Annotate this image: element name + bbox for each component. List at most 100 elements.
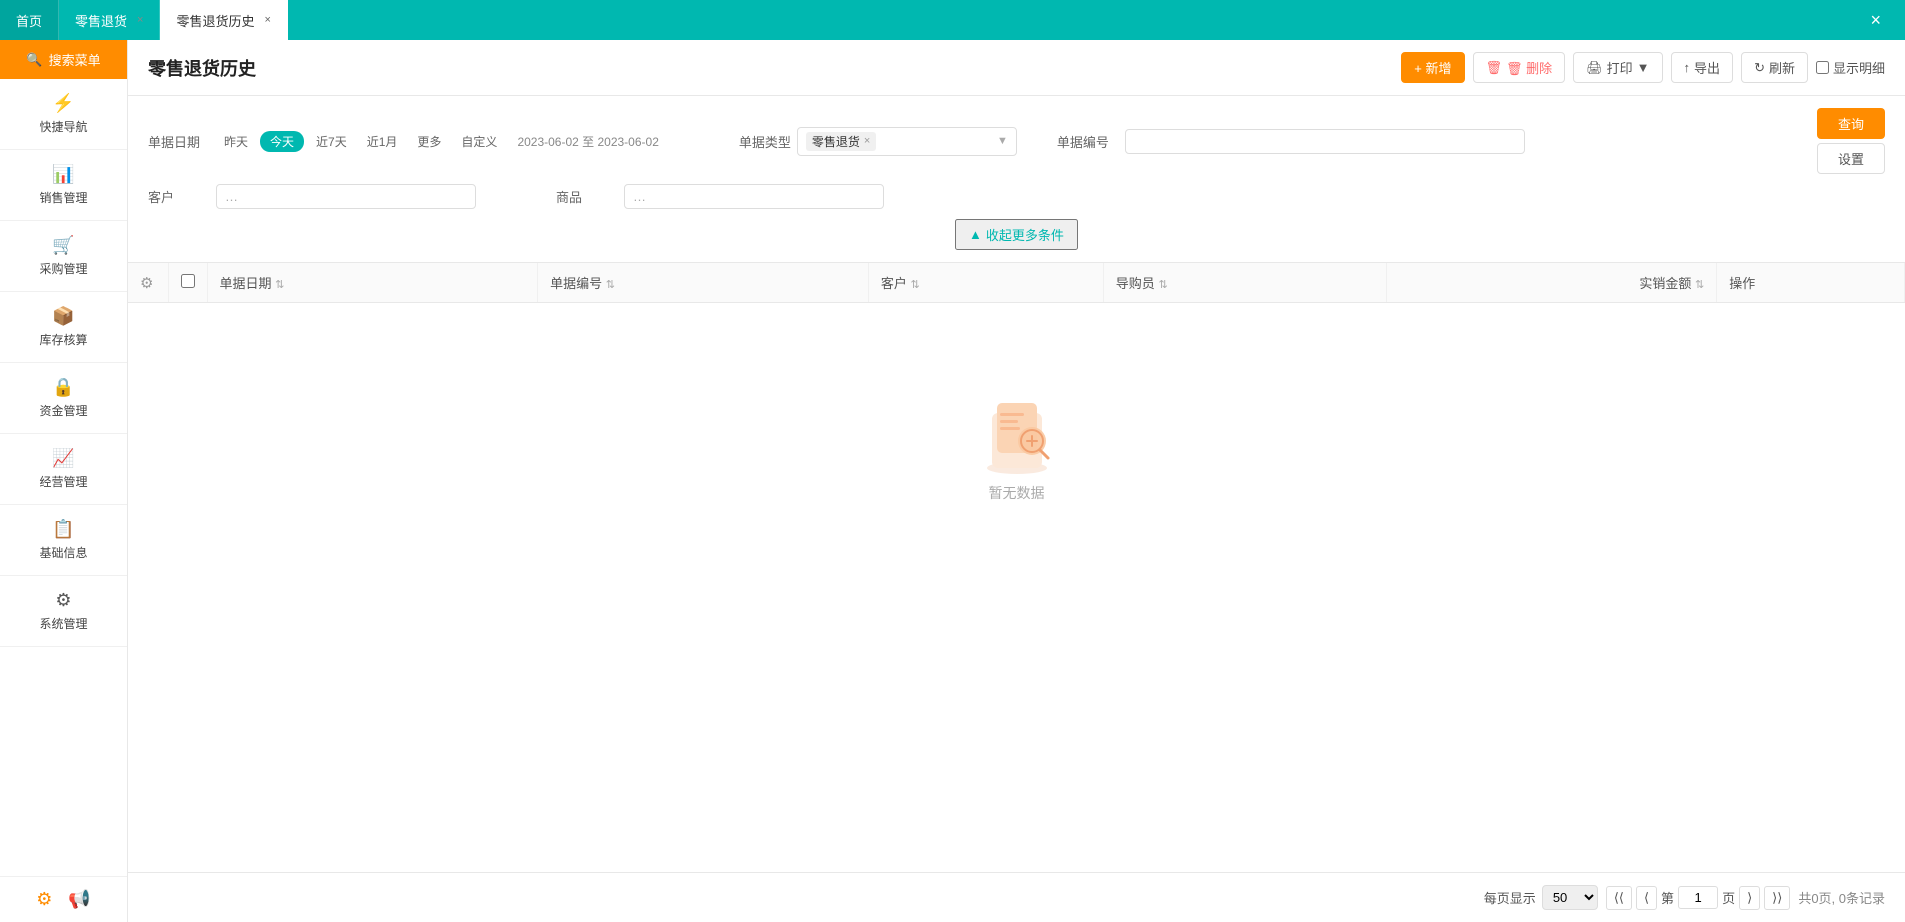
page-last-button[interactable]: ⟩⟩ bbox=[1764, 886, 1790, 910]
th-doc-date-label: 单据日期 bbox=[220, 276, 272, 291]
doc-no-filter: 单据编号 bbox=[1057, 129, 1777, 154]
per-page-label: 每页显示 bbox=[1484, 888, 1536, 907]
quick-nav-icon: ⚡ bbox=[52, 93, 74, 114]
date-btn-more[interactable]: 更多 bbox=[409, 131, 449, 152]
tab-retail-return-history[interactable]: 零售退货历史 × bbox=[160, 0, 287, 40]
doc-type-tag-text: 零售退货 bbox=[812, 133, 860, 150]
page-size-select[interactable]: 50 10 20 100 bbox=[1542, 885, 1598, 910]
add-button[interactable]: + 新增 bbox=[1401, 52, 1464, 83]
sidebar-item-label: 采购管理 bbox=[39, 260, 87, 277]
table-settings-icon[interactable]: ⚙ bbox=[140, 275, 153, 292]
inventory-icon: 📦 bbox=[52, 306, 74, 327]
page-title: 零售退货历史 bbox=[148, 55, 256, 81]
date-btn-7days[interactable]: 近7天 bbox=[308, 131, 355, 152]
pagination-size: 每页显示 50 10 20 100 bbox=[1484, 885, 1598, 910]
customer-input[interactable]: … bbox=[216, 184, 476, 209]
collapse-label: 收起更多条件 bbox=[986, 225, 1064, 244]
th-operation-label: 操作 bbox=[1729, 276, 1755, 291]
refresh-button[interactable]: ↻ 刷新 bbox=[1741, 52, 1808, 83]
doc-type-select[interactable]: 零售退货 × ▼ bbox=[797, 127, 1017, 156]
sidebar-item-inventory[interactable]: 📦 库存核算 bbox=[0, 292, 127, 363]
sidebar-bottom: ⚙ 📢 bbox=[0, 876, 127, 922]
doc-no-label: 单据编号 bbox=[1057, 132, 1117, 151]
content-area: 零售退货历史 + 新增 🗑 🗑 删除 🖨 打印 ▼ ↑ 导出 bbox=[128, 40, 1905, 922]
toolbar: + 新增 🗑 🗑 删除 🖨 打印 ▼ ↑ 导出 bbox=[1401, 52, 1885, 83]
page-first-button[interactable]: ⟨⟨ bbox=[1606, 886, 1632, 910]
th-guide-label: 导购员 bbox=[1116, 276, 1155, 291]
query-button[interactable]: 查询 bbox=[1817, 108, 1885, 139]
date-btn-1month[interactable]: 近1月 bbox=[359, 131, 406, 152]
th-actual-amount[interactable]: 实销金额 bbox=[1386, 263, 1717, 303]
tab-list: 首页 零售退货 × 零售退货历史 × bbox=[0, 0, 1862, 40]
top-bar: 首页 零售退货 × 零售退货历史 × × bbox=[0, 0, 1905, 40]
goods-label: 商品 bbox=[556, 187, 616, 206]
print-icon: 🖨 bbox=[1586, 60, 1603, 76]
page-title-row: 零售退货历史 + 新增 🗑 🗑 删除 🖨 打印 ▼ ↑ 导出 bbox=[148, 52, 1885, 83]
sidebar-item-label: 经营管理 bbox=[39, 473, 87, 490]
window-close-button[interactable]: × bbox=[1862, 6, 1889, 35]
tab-retail-return-label: 零售退货 bbox=[75, 11, 127, 30]
doc-type-tag-close[interactable]: × bbox=[864, 135, 870, 147]
empty-text: 暂无数据 bbox=[989, 483, 1045, 503]
sidebar-item-finance[interactable]: 🔒 资金管理 bbox=[0, 363, 127, 434]
tab-home[interactable]: 首页 bbox=[0, 0, 59, 40]
page-prev-button[interactable]: ⟨ bbox=[1636, 886, 1657, 910]
speaker-icon[interactable]: 📢 bbox=[68, 889, 90, 910]
show-detail-checkbox-label[interactable]: 显示明细 bbox=[1816, 58, 1885, 77]
page-nav: ⟨⟨ ⟨ 第 页 ⟩ ⟩⟩ bbox=[1606, 886, 1791, 910]
settings-icon[interactable]: ⚙ bbox=[36, 889, 52, 910]
date-btn-custom[interactable]: 自定义 bbox=[453, 131, 505, 152]
th-customer[interactable]: 客户 bbox=[868, 263, 1103, 303]
customer-filter-field: 客户 … bbox=[148, 184, 476, 209]
doc-type-tag: 零售退货 × bbox=[806, 132, 876, 151]
settings-filter-button[interactable]: 设置 bbox=[1817, 143, 1885, 174]
data-table: ⚙ 单据日期 单据编号 客户 bbox=[128, 263, 1905, 303]
page-next-button[interactable]: ⟩ bbox=[1739, 886, 1760, 910]
tab-retail-return[interactable]: 零售退货 × bbox=[59, 0, 160, 40]
sidebar: 🔍 搜索菜单 ⚡ 快捷导航 📊 销售管理 🛒 采购管理 📦 库存核算 🔒 资金管… bbox=[0, 40, 128, 922]
tab-retail-return-close[interactable]: × bbox=[137, 14, 143, 26]
sidebar-item-operations[interactable]: 📈 经营管理 bbox=[0, 434, 127, 505]
doc-no-input[interactable] bbox=[1125, 129, 1525, 154]
tab-retail-return-history-close[interactable]: × bbox=[264, 14, 270, 26]
empty-icon bbox=[967, 383, 1067, 483]
page-number-input[interactable] bbox=[1678, 886, 1718, 909]
export-icon: ↑ bbox=[1684, 60, 1691, 75]
print-button[interactable]: 🖨 打印 ▼ bbox=[1573, 52, 1662, 83]
th-doc-no[interactable]: 单据编号 bbox=[538, 263, 869, 303]
empty-state: 暂无数据 bbox=[128, 303, 1905, 583]
sidebar-item-label: 基础信息 bbox=[39, 544, 87, 561]
sidebar-item-system[interactable]: ⚙ 系统管理 bbox=[0, 576, 127, 647]
page-header: 零售退货历史 + 新增 🗑 🗑 删除 🖨 打印 ▼ ↑ 导出 bbox=[128, 40, 1905, 96]
sidebar-search[interactable]: 🔍 搜索菜单 bbox=[0, 40, 127, 79]
sidebar-item-sales-mgmt[interactable]: 📊 销售管理 bbox=[0, 150, 127, 221]
customer-label: 客户 bbox=[148, 187, 208, 206]
collapse-button[interactable]: ▲ 收起更多条件 bbox=[955, 219, 1078, 250]
tab-retail-return-history-label: 零售退货历史 bbox=[176, 11, 254, 30]
refresh-label: 刷新 bbox=[1769, 58, 1795, 77]
sidebar-item-label: 销售管理 bbox=[39, 189, 87, 206]
sales-icon: 📊 bbox=[52, 164, 74, 185]
sidebar-item-quick-nav[interactable]: ⚡ 快捷导航 bbox=[0, 79, 127, 150]
th-actual-amount-label: 实销金额 bbox=[1639, 276, 1691, 291]
th-customer-label: 客户 bbox=[881, 276, 907, 291]
th-doc-date[interactable]: 单据日期 bbox=[207, 263, 538, 303]
delete-button[interactable]: 🗑 🗑 删除 bbox=[1473, 52, 1566, 83]
print-label: 打印 bbox=[1607, 58, 1633, 77]
sidebar-item-purchase-mgmt[interactable]: 🛒 采购管理 bbox=[0, 221, 127, 292]
date-btn-today[interactable]: 今天 bbox=[260, 131, 304, 152]
goods-input[interactable]: … bbox=[624, 184, 884, 209]
show-detail-checkbox[interactable] bbox=[1816, 61, 1829, 74]
doc-type-label: 单据类型 bbox=[739, 132, 791, 151]
date-btn-yesterday[interactable]: 昨天 bbox=[216, 131, 256, 152]
export-button[interactable]: ↑ 导出 bbox=[1671, 52, 1734, 83]
basic-info-icon: 📋 bbox=[52, 519, 74, 540]
search-icon: 🔍 bbox=[26, 52, 42, 68]
th-guide[interactable]: 导购员 bbox=[1103, 263, 1386, 303]
sidebar-item-basic-info[interactable]: 📋 基础信息 bbox=[0, 505, 127, 576]
select-all-checkbox[interactable] bbox=[181, 274, 195, 288]
table-header: ⚙ 单据日期 单据编号 客户 bbox=[128, 263, 1905, 303]
pagination: 每页显示 50 10 20 100 ⟨⟨ ⟨ 第 页 ⟩ ⟩⟩ 共0页, 0条记… bbox=[128, 872, 1905, 922]
date-range-text: 2023-06-02 至 2023-06-02 bbox=[517, 133, 658, 150]
page-suffix: 页 bbox=[1722, 888, 1735, 907]
